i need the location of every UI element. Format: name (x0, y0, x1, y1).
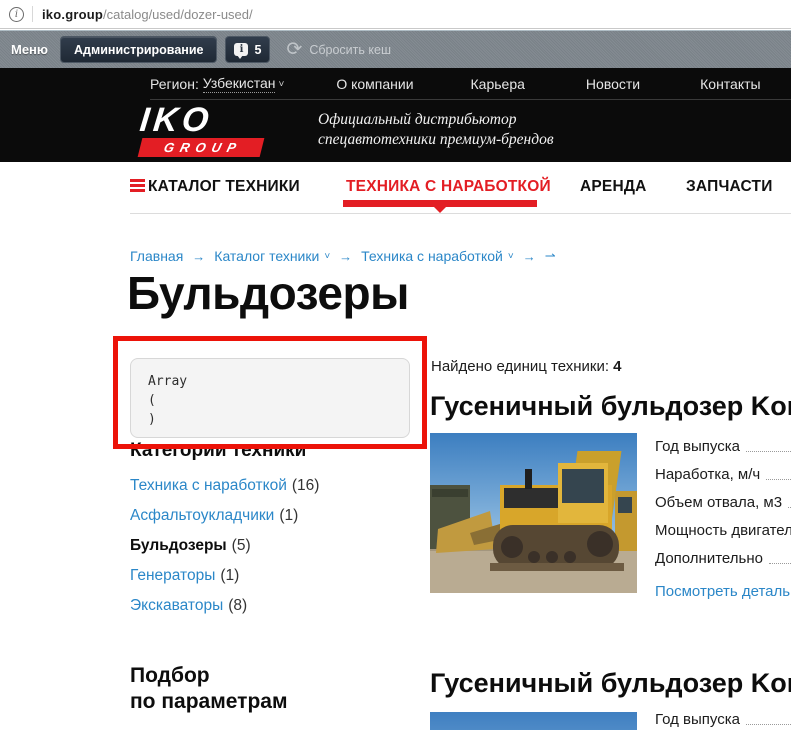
debug-output-box: Array ( ) (130, 358, 410, 438)
spec-row: Наработка, м/ч (655, 466, 791, 483)
product-photo[interactable] (430, 712, 637, 730)
region-selector[interactable]: Регион: Узбекистан ˅ (150, 75, 284, 93)
company-tagline: Официальный дистрибьютор спецавтотехники… (318, 111, 554, 148)
top-utility-menu: Регион: Узбекистан ˅ О компании Карьера … (150, 75, 761, 93)
categories-list: Техника с наработкой (16) Асфальтоукладч… (130, 477, 319, 627)
admin-toolbar: Меню Администрирование i 5 ⟳ Сбросить ке… (0, 30, 791, 68)
category-item-used: Техника с наработкой (16) (130, 477, 320, 494)
category-item-pavers: Асфальтоукладчики (1) (130, 507, 299, 524)
header-divider (150, 99, 791, 100)
product-specs: Год выпуска Наработка, м/ч Объем отвала,… (655, 438, 791, 600)
debug-line: Array (148, 374, 188, 389)
categories-heading: Категории техники (130, 440, 307, 461)
category-count: (16) (291, 477, 320, 494)
product-specs: Год выпуска (655, 711, 791, 730)
dotted-leader (746, 451, 791, 452)
breadcrumb-trailing-arrow-icon: ⇀ (544, 248, 556, 263)
spec-row: Мощность двигателя (655, 522, 791, 539)
spec-row: Дополнительно (655, 550, 791, 567)
nav-bottom-divider (130, 213, 791, 214)
menu-item-about[interactable]: О компании (336, 76, 413, 92)
url-host: iko.group (42, 6, 104, 22)
chevron-down-icon: ˅ (278, 78, 285, 90)
found-count-line: Найдено единиц техники: 4 (431, 358, 622, 375)
menu-item-career[interactable]: Карьера (471, 76, 525, 92)
url-separator (32, 6, 33, 22)
dotted-leader (766, 479, 791, 480)
dotted-leader (768, 563, 791, 564)
active-tab-underline (343, 200, 537, 213)
logo-text-iko: IKO (138, 101, 215, 139)
notification-bubble-icon: i (234, 43, 249, 59)
spec-row: Год выпуска (655, 711, 791, 728)
product-photo[interactable] (430, 433, 637, 593)
breadcrumb: Главная → Каталог техники ˅ → Техника с … (130, 248, 556, 264)
breadcrumb-arrow-icon: → (192, 248, 206, 264)
product-title[interactable]: Гусеничный бульдозер Kom (430, 668, 791, 699)
administration-button[interactable]: Администрирование (60, 36, 218, 63)
dotted-leader (746, 724, 791, 725)
page: i iko.group /catalog/used/dozer-used/ Ме… (0, 0, 791, 730)
notification-count: 5 (254, 42, 262, 57)
category-count: (5) (231, 537, 251, 554)
notifications-button[interactable]: i 5 (225, 36, 271, 63)
company-logo[interactable]: IKO GROUP (137, 101, 265, 157)
browser-url-bar[interactable]: i iko.group /catalog/used/dozer-used/ (0, 0, 791, 29)
main-navigation: КАТАЛОГ ТЕХНИКИ ТЕХНИКА С НАРАБОТКОЙ АРЕ… (0, 162, 791, 215)
spec-row: Объем отвала, м3 (655, 494, 791, 511)
menu-item-contacts[interactable]: Контакты (700, 76, 760, 92)
chevron-down-icon[interactable]: ˅ (324, 251, 330, 262)
nav-tab-rent[interactable]: АРЕНДА (580, 178, 647, 196)
breadcrumb-arrow-icon: → (339, 248, 353, 264)
bulldozer-image (430, 433, 637, 593)
debug-line: ( (148, 393, 156, 408)
category-count: (1) (220, 567, 240, 584)
nav-tab-used-equipment[interactable]: ТЕХНИКА С НАРАБОТКОЙ (346, 178, 551, 196)
breadcrumb-home[interactable]: Главная (130, 248, 183, 264)
product-title[interactable]: Гусеничный бульдозер Kom (430, 391, 791, 422)
page-title: Бульдозеры (127, 267, 409, 319)
site-header: Регион: Узбекистан ˅ О компании Карьера … (0, 68, 791, 162)
category-item-dozers: Бульдозеры (5) (130, 537, 251, 554)
menu-item-news[interactable]: Новости (586, 76, 640, 92)
info-icon[interactable]: i (9, 6, 24, 22)
nav-tab-spare-parts[interactable]: ЗАПЧАСТИ (686, 178, 773, 196)
view-details-link[interactable]: Посмотреть детальн (655, 583, 791, 600)
spec-row: Год выпуска (655, 438, 791, 455)
debug-line: ) (148, 412, 156, 427)
chevron-down-icon[interactable]: ˅ (508, 251, 514, 262)
url-path: /catalog/used/dozer-used/ (103, 6, 253, 22)
category-count: (8) (228, 597, 248, 614)
found-count-value: 4 (613, 358, 622, 375)
refresh-icon[interactable]: ⟳ (286, 40, 302, 59)
filter-by-params-heading: Подбор по параметрам (130, 664, 288, 713)
breadcrumb-catalog[interactable]: Каталог техники (214, 248, 319, 264)
breadcrumb-arrow-icon: → (522, 248, 536, 264)
clear-cache-button[interactable]: Сбросить кеш (309, 43, 391, 57)
breadcrumb-used[interactable]: Техника с наработкой (361, 248, 503, 264)
admin-menu-button[interactable]: Меню (11, 42, 48, 57)
logo-text-group: GROUP (137, 138, 265, 157)
category-item-generators: Генераторы (1) (130, 567, 240, 584)
hamburger-icon[interactable] (130, 179, 145, 194)
category-item-excavators: Экскаваторы (8) (130, 597, 248, 614)
category-count: (1) (279, 507, 299, 524)
bulldozer-image (430, 712, 637, 730)
nav-tab-catalog[interactable]: КАТАЛОГ ТЕХНИКИ (148, 178, 300, 196)
